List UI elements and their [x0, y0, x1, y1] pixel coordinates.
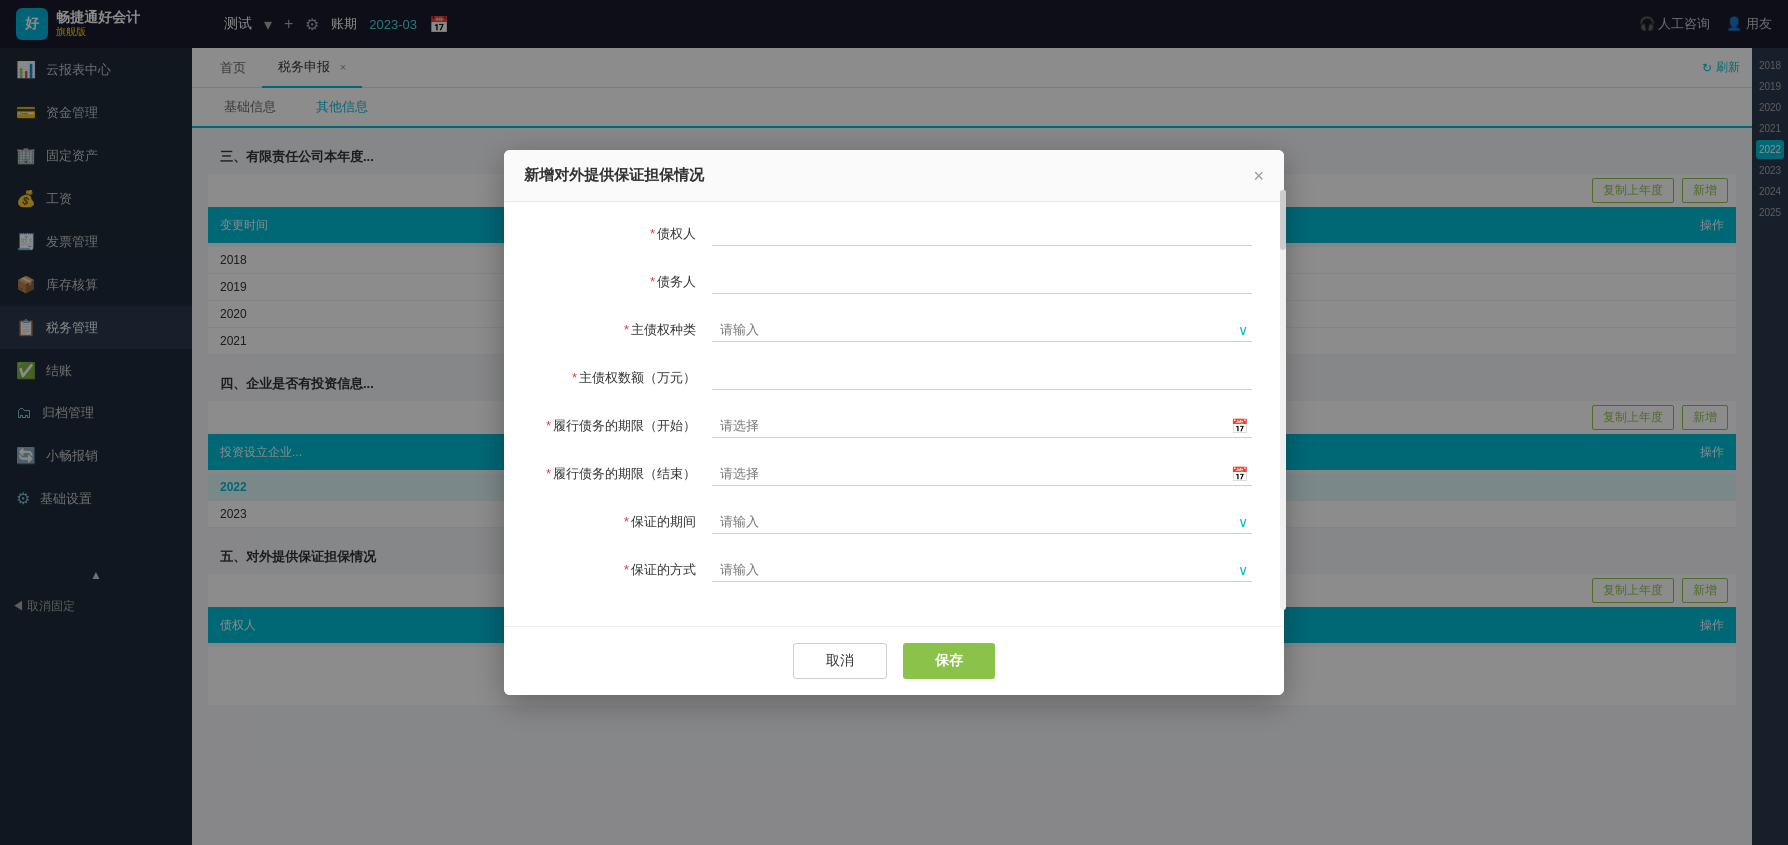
required-star-8: * [624, 562, 629, 577]
creditor-label: *债权人 [536, 225, 696, 243]
guarantee-method-label: *保证的方式 [536, 561, 696, 579]
creditor-input[interactable] [712, 222, 1252, 246]
required-star: * [650, 226, 655, 241]
period-end-wrap: 📅 [712, 462, 1252, 486]
guarantee-method-chevron[interactable]: ∨ [1238, 562, 1252, 578]
modal-body: *债权人 *债务人 *主债权种类 ∨ [504, 202, 1284, 626]
form-row-period-end: *履行债务的期限（结束） 📅 [536, 462, 1252, 486]
modal-overlay: 新增对外提供保证担保情况 × *债权人 *债务人 *主债权种类 [0, 0, 1788, 845]
save-button[interactable]: 保存 [903, 643, 995, 679]
modal-scrollbar-thumb[interactable] [1280, 190, 1286, 250]
period-start-input[interactable] [712, 414, 1231, 437]
guarantee-period-label: *保证的期间 [536, 513, 696, 531]
required-star-6: * [546, 466, 551, 481]
modal-title: 新增对外提供保证担保情况 [524, 166, 704, 185]
guarantee-method-wrap: ∨ [712, 558, 1252, 582]
debtor-label: *债务人 [536, 273, 696, 291]
required-star-4: * [572, 370, 577, 385]
guarantee-period-wrap: ∨ [712, 510, 1252, 534]
form-row-guarantee-method: *保证的方式 ∨ [536, 558, 1252, 582]
form-row-creditor: *债权人 [536, 222, 1252, 246]
form-row-claim-amount: *主债权数额（万元） [536, 366, 1252, 390]
form-row-guarantee-period: *保证的期间 ∨ [536, 510, 1252, 534]
period-end-input[interactable] [712, 462, 1231, 485]
guarantee-period-input[interactable] [712, 510, 1238, 533]
required-star-5: * [546, 418, 551, 433]
guarantee-period-chevron[interactable]: ∨ [1238, 514, 1252, 530]
modal-dialog: 新增对外提供保证担保情况 × *债权人 *债务人 *主债权种类 [504, 150, 1284, 695]
modal-scrollbar[interactable] [1280, 190, 1286, 610]
form-row-debtor: *债务人 [536, 270, 1252, 294]
modal-footer: 取消 保存 [504, 626, 1284, 695]
period-start-label: *履行债务的期限（开始） [536, 417, 696, 435]
claim-type-input[interactable] [712, 318, 1238, 341]
period-end-label: *履行债务的期限（结束） [536, 465, 696, 483]
modal-close-btn[interactable]: × [1253, 167, 1264, 185]
claim-type-wrap: ∨ [712, 318, 1252, 342]
claim-amount-input[interactable] [712, 366, 1252, 390]
claim-type-label: *主债权种类 [536, 321, 696, 339]
period-end-calendar-icon[interactable]: 📅 [1231, 466, 1252, 482]
cancel-button[interactable]: 取消 [793, 643, 887, 679]
period-start-wrap: 📅 [712, 414, 1252, 438]
modal-header: 新增对外提供保证担保情况 × [504, 150, 1284, 202]
required-star-3: * [624, 322, 629, 337]
debtor-input[interactable] [712, 270, 1252, 294]
claim-amount-label: *主债权数额（万元） [536, 369, 696, 387]
claim-type-chevron[interactable]: ∨ [1238, 322, 1252, 338]
period-start-calendar-icon[interactable]: 📅 [1231, 418, 1252, 434]
form-row-claim-type: *主债权种类 ∨ [536, 318, 1252, 342]
required-star-2: * [650, 274, 655, 289]
required-star-7: * [624, 514, 629, 529]
guarantee-method-input[interactable] [712, 558, 1238, 581]
form-row-period-start: *履行债务的期限（开始） 📅 [536, 414, 1252, 438]
